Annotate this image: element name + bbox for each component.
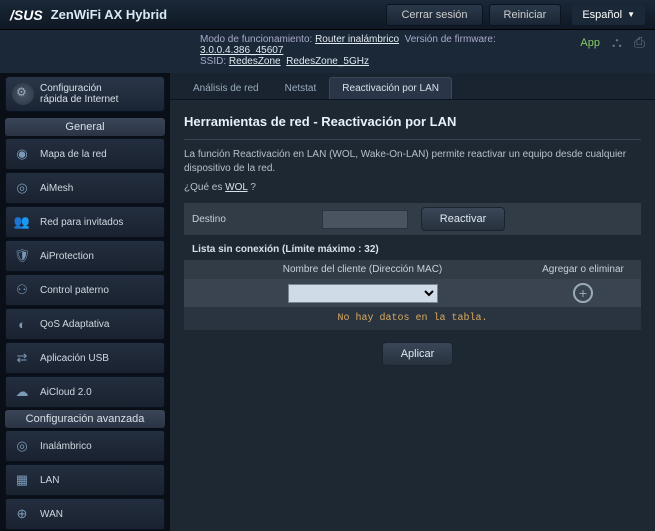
apply-button[interactable]: Aplicar bbox=[382, 342, 454, 366]
dest-input[interactable] bbox=[322, 210, 408, 229]
col-action: Agregar o eliminar bbox=[533, 264, 633, 275]
sidebar-item-label: Red para invitados bbox=[40, 217, 123, 228]
sidebar-item-aplicaci-n-usb[interactable]: ⇄ Aplicación USB bbox=[5, 342, 165, 374]
mode-label: Modo de funcionamiento: bbox=[200, 34, 312, 45]
sidebar-item-qos-adaptativa[interactable]: ◐ QoS Adaptativa bbox=[5, 308, 165, 340]
language-label: Español bbox=[582, 9, 622, 21]
qis-label: Configuraciónrápida de Internet bbox=[40, 83, 118, 105]
ssid2-link[interactable]: RedesZone_5GHz bbox=[286, 56, 369, 67]
nav-icon: 👥 bbox=[12, 212, 32, 232]
nav-icon: ◎ bbox=[12, 178, 32, 198]
sidebar-item-label: AiMesh bbox=[40, 183, 73, 194]
wake-button[interactable]: Reactivar bbox=[421, 207, 505, 231]
sidebar-item-label: WAN bbox=[40, 509, 63, 520]
usb-icon[interactable]: ⎙ bbox=[634, 34, 645, 51]
tab-network-analysis[interactable]: Análisis de red bbox=[180, 77, 272, 99]
sidebar-item-label: Inalámbrico bbox=[40, 441, 92, 452]
page-title: Herramientas de red - Reactivación por L… bbox=[184, 110, 641, 140]
fw-label: Versión de firmware: bbox=[405, 34, 496, 45]
sidebar-item-wan[interactable]: ⊕ WAN bbox=[5, 498, 165, 530]
tab-wol[interactable]: Reactivación por LAN bbox=[329, 77, 452, 99]
wol-link[interactable]: WOL bbox=[225, 182, 247, 193]
nav-icon: ◐ bbox=[12, 314, 32, 334]
tabs: Análisis de red Netstat Reactivación por… bbox=[170, 73, 655, 100]
sidebar-item-inal-mbrico[interactable]: ◎ Inalámbrico bbox=[5, 430, 165, 462]
ssid1-link[interactable]: RedesZone bbox=[229, 56, 281, 67]
sidebar-item-label: Aplicación USB bbox=[40, 353, 109, 364]
dest-label: Destino bbox=[192, 214, 322, 225]
sidebar-item-lan[interactable]: ▦ LAN bbox=[5, 464, 165, 496]
users-icon[interactable]: ⛬ bbox=[612, 34, 622, 51]
sidebar-item-control-paterno[interactable]: ⚇ Control paterno bbox=[5, 274, 165, 306]
nav-icon: ⇄ bbox=[12, 348, 32, 368]
quick-internet-setup[interactable]: Configuraciónrápida de Internet bbox=[5, 76, 165, 112]
fw-link[interactable]: 3.0.0.4.386_45607 bbox=[200, 45, 283, 56]
nav-icon: ⚇ bbox=[12, 280, 32, 300]
gears-icon bbox=[12, 83, 34, 105]
nav-icon: ▦ bbox=[12, 470, 32, 490]
main-content: Análisis de red Netstat Reactivación por… bbox=[170, 73, 655, 531]
model-name: ZenWiFi AX Hybrid bbox=[51, 7, 384, 22]
sidebar: Configuraciónrápida de Internet General … bbox=[0, 73, 170, 531]
sidebar-item-label: LAN bbox=[40, 475, 59, 486]
offline-list-title: Lista sin conexión (Límite máximo : 32) bbox=[184, 239, 641, 260]
sidebar-item-label: Mapa de la red bbox=[40, 149, 107, 160]
wol-help: ¿Qué es WOL ? bbox=[184, 182, 641, 193]
sidebar-item-label: QoS Adaptativa bbox=[40, 319, 110, 330]
reboot-button[interactable]: Reiniciar bbox=[489, 4, 562, 26]
logout-button[interactable]: Cerrar sesión bbox=[386, 4, 482, 26]
col-client: Nombre del cliente (Dirección MAC) bbox=[192, 264, 533, 275]
tab-netstat[interactable]: Netstat bbox=[272, 77, 330, 99]
sidebar-item-label: AiProtection bbox=[40, 251, 94, 262]
sidebar-item-aimesh[interactable]: ◎ AiMesh bbox=[5, 172, 165, 204]
app-link[interactable]: App bbox=[580, 37, 600, 49]
subheader-info: Modo de funcionamiento: Router inalámbri… bbox=[200, 34, 580, 67]
sidebar-item-label: AiCloud 2.0 bbox=[40, 387, 92, 398]
nav-icon: ◉ bbox=[12, 144, 32, 164]
add-button[interactable]: + bbox=[573, 283, 593, 303]
chevron-down-icon: ▼ bbox=[627, 10, 635, 19]
language-selector[interactable]: Español ▼ bbox=[572, 5, 645, 25]
nav-icon: ⊕ bbox=[12, 504, 32, 524]
sidebar-item-aiprotection[interactable]: 🛡 AiProtection bbox=[5, 240, 165, 272]
nav-icon: 🛡 bbox=[12, 246, 32, 266]
sidebar-item-mapa-de-la-red[interactable]: ◉ Mapa de la red bbox=[5, 138, 165, 170]
section-advanced: Configuración avanzada bbox=[5, 410, 165, 428]
sidebar-item-label: Control paterno bbox=[40, 285, 109, 296]
nav-icon: ◎ bbox=[12, 436, 32, 456]
page-description: La función Reactivación en LAN (WOL, Wak… bbox=[184, 148, 641, 176]
sidebar-item-aicloud-2-0[interactable]: ☁ AiCloud 2.0 bbox=[5, 376, 165, 408]
mode-link[interactable]: Router inalámbrico bbox=[315, 34, 399, 45]
sidebar-item-red-para-invitados[interactable]: 👥 Red para invitados bbox=[5, 206, 165, 238]
client-select[interactable] bbox=[288, 284, 438, 303]
ssid-label: SSID: bbox=[200, 56, 226, 67]
brand-logo: /SUS bbox=[10, 7, 43, 23]
nav-icon: ☁ bbox=[12, 382, 32, 402]
no-data-message: No hay datos en la tabla. bbox=[184, 307, 641, 330]
section-general: General bbox=[5, 118, 165, 136]
